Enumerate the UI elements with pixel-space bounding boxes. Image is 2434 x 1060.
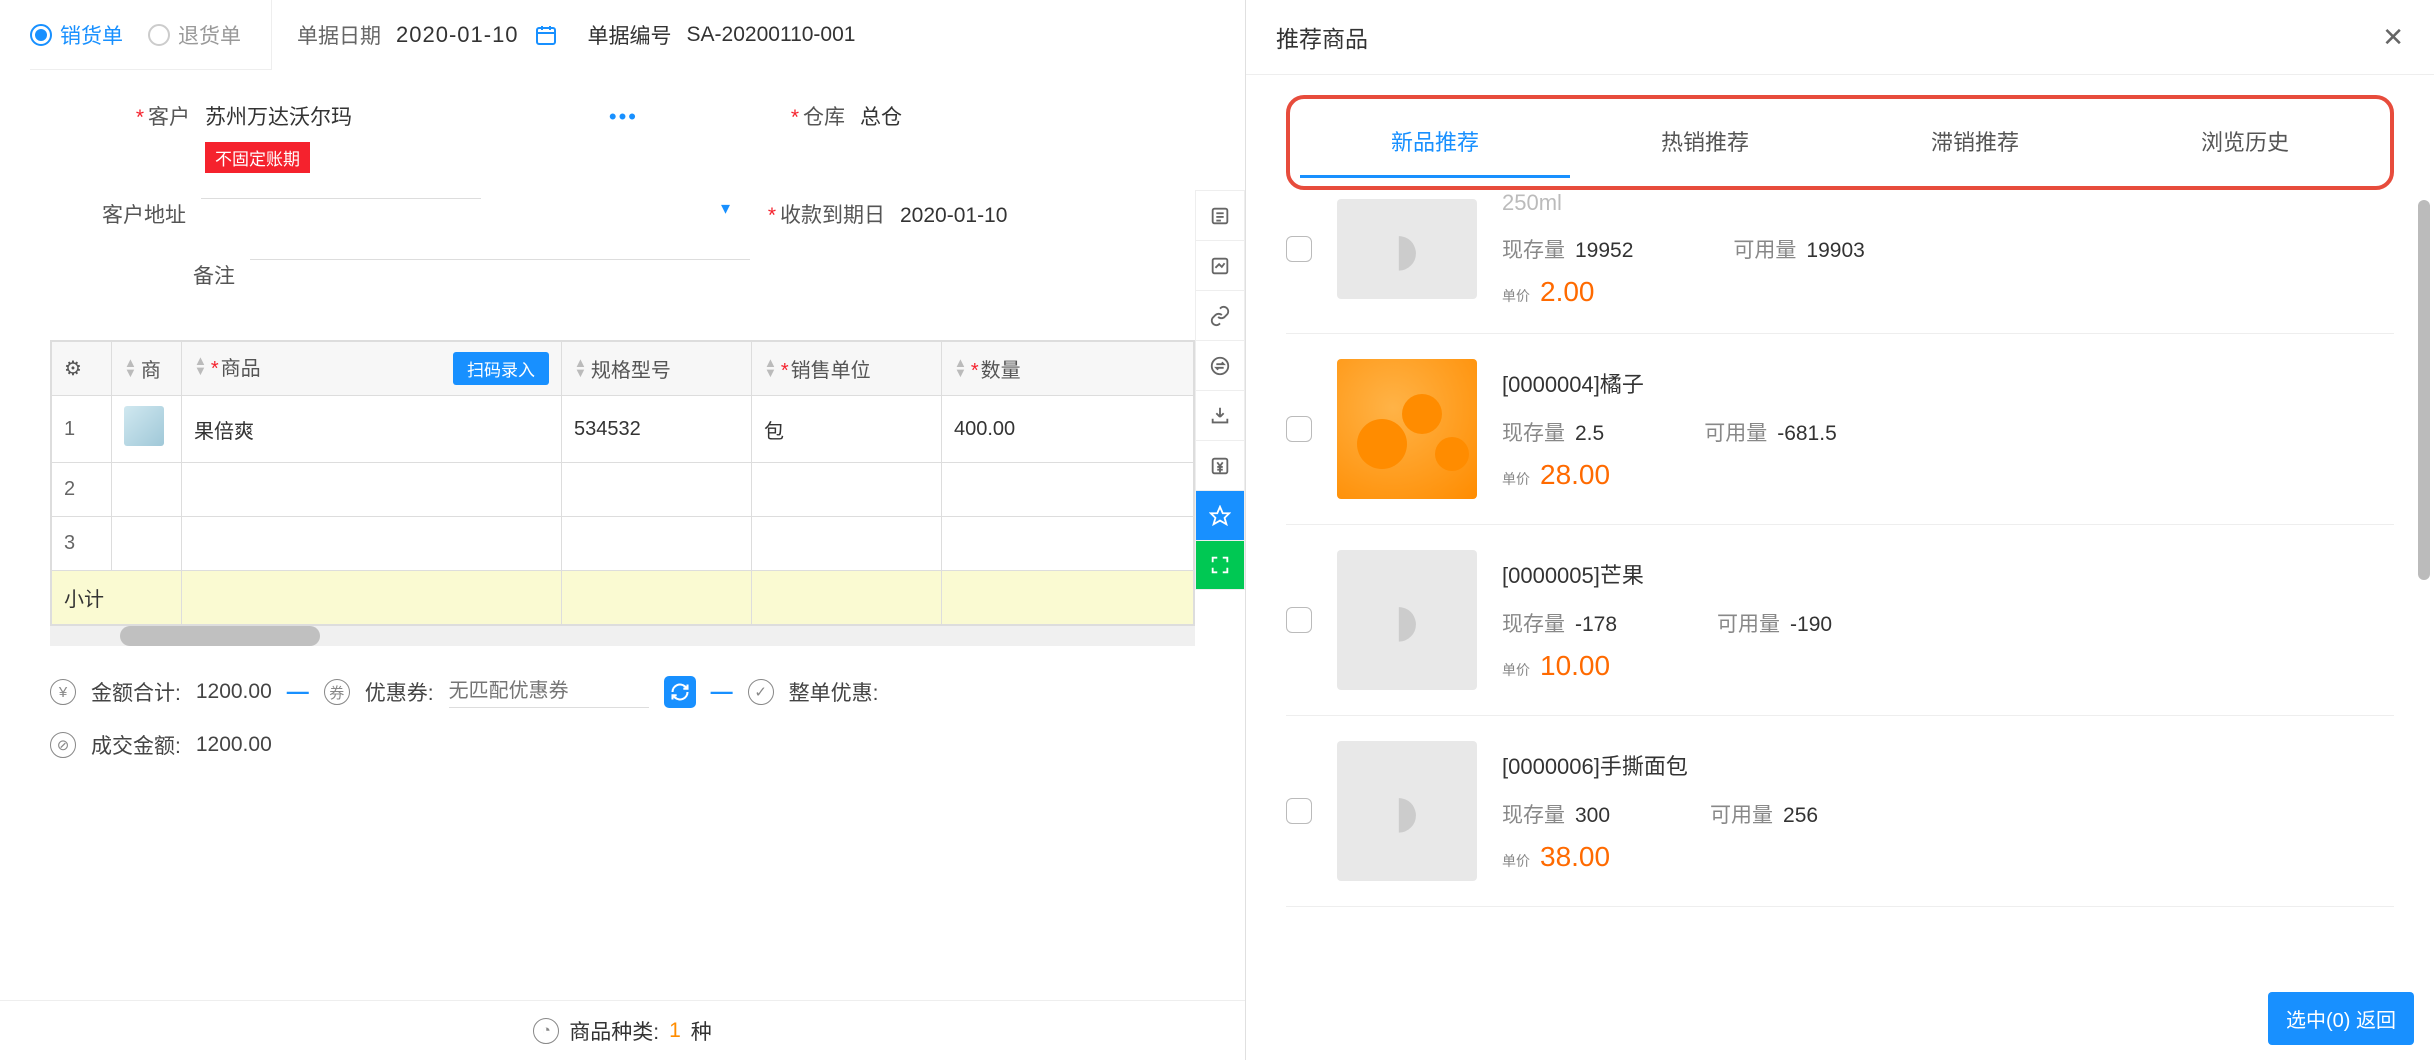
tab-hot-products[interactable]: 热销推荐 <box>1570 107 1840 178</box>
product-list-item: ◗ [0000006]手撕面包 现存量300 可用量256 单价38.00 <box>1286 716 2394 907</box>
product-list-item: ◗ [0000005]芒果 现存量-178 可用量-190 单价10.00 <box>1286 525 2394 716</box>
product-thumb-icon <box>124 406 164 446</box>
product-image-orange <box>1337 359 1477 499</box>
radio-return-label: 退货单 <box>178 20 241 50</box>
bottom-summary-bar: ◔ 商品种类: 1 种 <box>0 1000 1245 1060</box>
discount-icon: ✓ <box>748 679 774 705</box>
coupon-circle-icon: 券 <box>324 679 350 705</box>
vertical-scrollbar[interactable] <box>2418 200 2430 580</box>
recommend-panel-title: 推荐商品 <box>1276 20 1368 54</box>
product-checkbox[interactable] <box>1286 416 1312 442</box>
form-area: *客户 苏州万达沃尔玛 ••• 不固定账期 *仓库 总仓 客户地 <box>0 70 1245 340</box>
product-image-placeholder: ◗ <box>1337 741 1477 881</box>
vtool-link-button[interactable] <box>1195 290 1245 340</box>
address-field[interactable]: 客户地址 ▾ <box>50 198 730 234</box>
customer-more-icon[interactable]: ••• <box>609 104 638 129</box>
address-value <box>201 198 481 199</box>
table-row[interactable]: 1 果倍爽 534532 包 400.00 <box>52 396 1194 463</box>
doc-no-label: 单据编号 <box>588 20 672 50</box>
totals-section: ¥ 金额合计: 1200.00 — 券 优惠券: — ✓ 整单优惠: ⊘ 成交金… <box>0 646 1245 812</box>
radio-sales-label: 销货单 <box>60 20 123 50</box>
vertical-toolbar <box>1195 190 1245 590</box>
calendar-icon[interactable] <box>534 23 558 47</box>
col-spec[interactable]: ▲▼规格型号 <box>562 342 752 396</box>
tab-slow-products[interactable]: 滞销推荐 <box>1840 107 2110 178</box>
col-unit[interactable]: ▲▼*销售单位 <box>752 342 942 396</box>
radio-dot-icon <box>30 24 52 46</box>
gear-icon: ⚙ <box>64 358 82 380</box>
recommend-tabs-highlight: 新品推荐 热销推荐 滞销推荐 浏览历史 <box>1286 95 2394 190</box>
tab-new-products[interactable]: 新品推荐 <box>1300 107 1570 178</box>
chevron-down-icon[interactable]: ▾ <box>721 198 730 219</box>
product-price: 38.00 <box>1540 841 1610 872</box>
recommend-panel: 推荐商品 ✕ 新品推荐 热销推荐 滞销推荐 浏览历史 ◗ 250ml 现存量19… <box>1245 0 2434 1060</box>
product-checkbox[interactable] <box>1286 798 1312 824</box>
minus-icon: — <box>287 679 309 705</box>
minus-icon: — <box>711 679 733 705</box>
product-price: 10.00 <box>1540 650 1610 681</box>
doc-type-radio-group: 销货单 退货单 <box>30 0 272 70</box>
kinds-count: 1 <box>669 1019 681 1043</box>
coupon-input[interactable] <box>449 676 649 708</box>
close-icon[interactable]: ✕ <box>2382 22 2404 53</box>
radio-sales-order[interactable]: 销货单 <box>30 20 123 50</box>
kinds-icon: ◔ <box>533 1018 559 1044</box>
warehouse-field[interactable]: *仓库 总仓 <box>730 100 1160 173</box>
vtool-currency-button[interactable] <box>1195 440 1245 490</box>
product-list-item: [0000004]橘子 现存量2.5 可用量-681.5 单价28.00 <box>1286 334 2394 525</box>
product-image-placeholder: ◗ <box>1337 199 1477 299</box>
remark-field[interactable]: 备注 <box>50 259 750 295</box>
col-product[interactable]: ▲▼*商品扫码录入 <box>182 342 562 396</box>
deal-amount: 1200.00 <box>196 733 272 757</box>
doc-no-value: SA-20200110-001 <box>687 23 856 47</box>
product-name: [0000006]手撕面包 <box>1502 749 2394 781</box>
currency-icon: ¥ <box>50 679 76 705</box>
product-checkbox[interactable] <box>1286 607 1312 633</box>
col-qty[interactable]: ▲▼*数量 <box>942 342 1194 396</box>
radio-dot-icon <box>148 24 170 46</box>
deal-icon: ⊘ <box>50 732 76 758</box>
tab-browse-history[interactable]: 浏览历史 <box>2110 107 2380 178</box>
horizontal-scrollbar[interactable] <box>50 626 1195 646</box>
select-return-button[interactable]: 选中(0) 返回 <box>2268 992 2414 1045</box>
table-settings-button[interactable]: ⚙ <box>52 342 112 396</box>
table-row[interactable]: 2 <box>52 463 1194 517</box>
doc-date-value: 2020-01-10 <box>396 22 519 48</box>
subtotal-row: 小计 <box>52 571 1194 625</box>
product-price: 2.00 <box>1540 276 1595 307</box>
product-list[interactable]: ◗ 250ml 现存量19952 可用量19903 单价2.00 [000000… <box>1246 190 2434 977</box>
product-name: [0000004]橘子 <box>1502 367 2394 399</box>
scan-input-button[interactable]: 扫码录入 <box>453 352 549 385</box>
doc-date-label: 单据日期 <box>297 20 381 50</box>
vtool-receive-button[interactable] <box>1195 390 1245 440</box>
col-prod-thumb[interactable]: ▲▼商 <box>112 342 182 396</box>
remark-value <box>250 259 750 260</box>
product-name: [0000005]芒果 <box>1502 558 2394 590</box>
vtool-swap-button[interactable] <box>1195 340 1245 390</box>
customer-field[interactable]: *客户 苏州万达沃尔玛 ••• 不固定账期 <box>50 100 730 173</box>
amount-total: 1200.00 <box>196 680 272 704</box>
due-date-field[interactable]: *收款到期日 2020-01-10 <box>730 198 1200 234</box>
doc-date-field[interactable]: 单据日期 2020-01-10 <box>272 20 558 50</box>
table-row[interactable]: 3 <box>52 517 1194 571</box>
refresh-coupon-button[interactable] <box>664 676 696 708</box>
product-price: 28.00 <box>1540 459 1610 490</box>
items-table: ⚙ ▲▼商 ▲▼*商品扫码录入 ▲▼规格型号 ▲▼*销售单位 ▲▼*数量 1 果… <box>50 340 1195 626</box>
doc-header: 销货单 退货单 单据日期 2020-01-10 单据编号 SA-20200110… <box>0 0 1245 70</box>
product-list-item: ◗ 250ml 现存量19952 可用量19903 单价2.00 <box>1286 190 2394 334</box>
vtool-fullscreen-button[interactable] <box>1195 540 1245 590</box>
due-date-value: 2020-01-10 <box>900 198 1200 234</box>
product-image-placeholder: ◗ <box>1337 550 1477 690</box>
customer-value: 苏州万达沃尔玛 <box>205 100 525 136</box>
warehouse-value: 总仓 <box>860 100 1160 136</box>
vtool-favorite-button[interactable] <box>1195 490 1245 540</box>
customer-term-badge: 不固定账期 <box>205 142 310 173</box>
vtool-list-button[interactable] <box>1195 190 1245 240</box>
product-name: 250ml <box>1502 190 2394 216</box>
radio-return-order[interactable]: 退货单 <box>148 20 241 50</box>
doc-number-field: 单据编号 SA-20200110-001 <box>558 20 856 50</box>
product-checkbox[interactable] <box>1286 236 1312 262</box>
vtool-chart-button[interactable] <box>1195 240 1245 290</box>
